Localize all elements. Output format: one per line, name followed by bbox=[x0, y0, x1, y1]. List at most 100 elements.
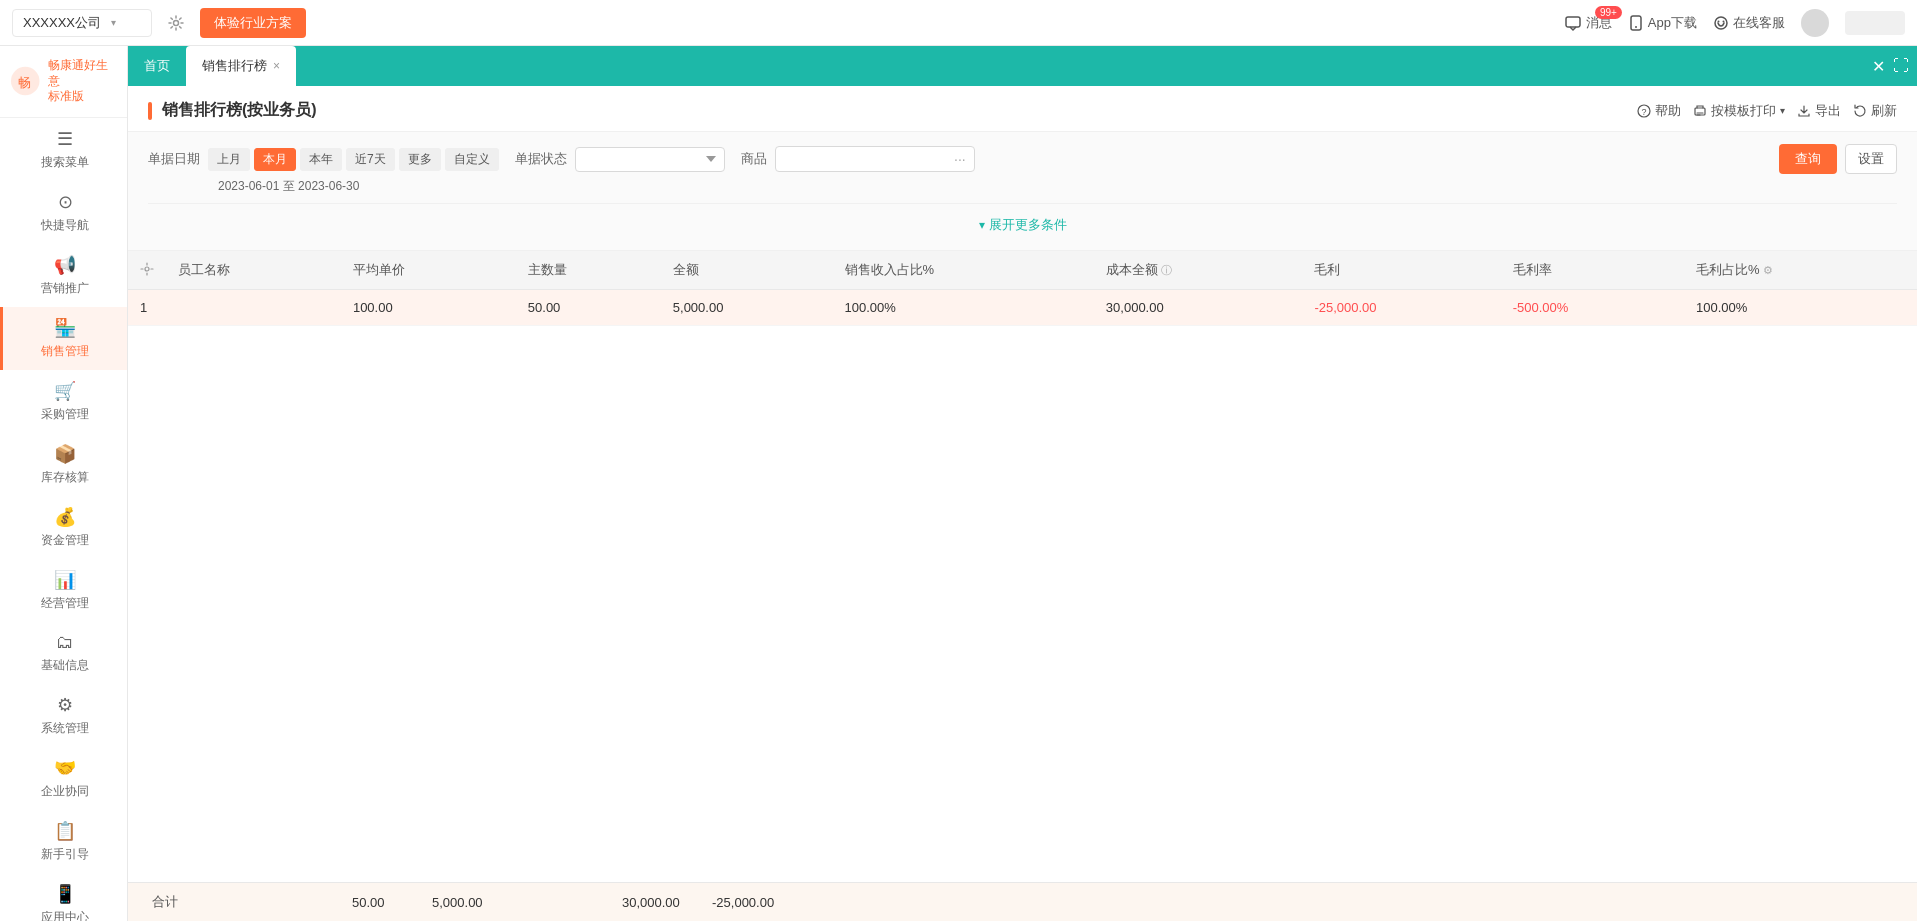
footer-cost: 30,000.00 bbox=[610, 895, 700, 910]
trial-button[interactable]: 体验行业方案 bbox=[200, 8, 306, 38]
col-settings[interactable] bbox=[128, 251, 166, 290]
sidebar-item-quicknav[interactable]: ⊙ 快捷导航 bbox=[0, 181, 127, 244]
refresh-btn[interactable]: 刷新 bbox=[1853, 102, 1897, 120]
sidebar-item-collab[interactable]: 🤝 企业协同 bbox=[0, 747, 127, 810]
tab-close-icon[interactable]: × bbox=[273, 59, 280, 73]
apps-icon: 📱 bbox=[54, 883, 76, 905]
date-btn-7days[interactable]: 近7天 bbox=[346, 148, 395, 171]
col-employee-name: 员工名称 bbox=[166, 251, 341, 290]
sidebar-item-system[interactable]: ⚙ 系统管理 bbox=[0, 684, 127, 747]
expand-more-icon: ▾ bbox=[979, 218, 985, 232]
expand-more-btn[interactable]: ▾ 展开更多条件 bbox=[979, 212, 1067, 238]
col-sales-pct: 销售收入占比% bbox=[833, 251, 1094, 290]
export-btn[interactable]: 导出 bbox=[1797, 102, 1841, 120]
sidebar-item-apps[interactable]: 📱 应用中心 bbox=[0, 873, 127, 921]
window-expand-icon[interactable]: ⛶ bbox=[1893, 57, 1909, 75]
avatar[interactable] bbox=[1801, 9, 1829, 37]
date-filter: 单据日期 上月 本月 本年 近7天 更多 自定义 bbox=[148, 148, 499, 171]
svg-point-12 bbox=[145, 267, 149, 271]
sidebar-item-basic[interactable]: 🗂 基础信息 bbox=[0, 622, 127, 684]
col-amount: 全额 bbox=[661, 251, 833, 290]
purchase-icon: 🛒 bbox=[54, 380, 76, 402]
cell-rank: 1 bbox=[128, 290, 166, 326]
sales-ranking-table: 员工名称 平均单价 主数量 全额 销售收入占比% 成本全额 ⓘ 毛利 bbox=[128, 251, 1917, 326]
sidebar-label-search: 搜索菜单 bbox=[41, 154, 89, 171]
print-btn[interactable]: 按模板打印 ▾ bbox=[1693, 102, 1785, 120]
sidebar-label-collab: 企业协同 bbox=[41, 783, 89, 800]
inventory-icon: 📦 bbox=[54, 443, 76, 465]
svg-point-4 bbox=[1715, 17, 1727, 29]
cost-info-icon[interactable]: ⓘ bbox=[1161, 264, 1172, 276]
tab-home[interactable]: 首页 bbox=[128, 46, 186, 86]
sidebar-item-operations[interactable]: 📊 经营管理 bbox=[0, 559, 127, 622]
date-btn-custom[interactable]: 自定义 bbox=[445, 148, 499, 171]
status-filter: 单据状态 bbox=[515, 147, 725, 172]
sidebar-item-guide[interactable]: 📋 新手引导 bbox=[0, 810, 127, 873]
company-name: XXXXXX公司 bbox=[23, 14, 101, 32]
goods-more-btn[interactable]: ··· bbox=[954, 151, 966, 167]
app-download-icon[interactable]: App下载 bbox=[1628, 14, 1697, 32]
date-btn-more[interactable]: 更多 bbox=[399, 148, 441, 171]
tab-sales-label: 销售排行榜 bbox=[202, 57, 267, 75]
page-actions: ? 帮助 按模板打印 ▾ 导出 bbox=[1637, 102, 1897, 120]
operations-icon: 📊 bbox=[54, 569, 76, 591]
goods-filter-label: 商品 bbox=[741, 150, 767, 168]
cell-quantity: 50.00 bbox=[516, 290, 661, 326]
message-icon[interactable]: 消息 99+ bbox=[1564, 14, 1612, 32]
sidebar-item-sales[interactable]: 🏪 销售管理 bbox=[0, 307, 127, 370]
sidebar-label-guide: 新手引导 bbox=[41, 846, 89, 863]
footer-label: 合计 bbox=[140, 893, 260, 911]
date-btn-thisyear[interactable]: 本年 bbox=[300, 148, 342, 171]
date-filter-label: 单据日期 bbox=[148, 150, 200, 168]
goods-filter: 商品 ··· bbox=[741, 146, 975, 172]
col-gross: 毛利 bbox=[1302, 251, 1500, 290]
page-title: 销售排行榜(按业务员) bbox=[162, 100, 317, 121]
filter-area: 单据日期 上月 本月 本年 近7天 更多 自定义 bbox=[128, 132, 1917, 251]
tab-bar-close: ✕ ⛶ bbox=[1872, 57, 1909, 76]
cell-gross: -25,000.00 bbox=[1302, 290, 1500, 326]
table-row: 1 100.00 50.00 5,000.00 100.00% 30,000.0… bbox=[128, 290, 1917, 326]
query-button[interactable]: 查询 bbox=[1779, 144, 1837, 174]
sidebar-item-search[interactable]: ☰ 搜索菜单 bbox=[0, 118, 127, 181]
cell-gross-rate: -500.00% bbox=[1501, 290, 1684, 326]
print-chevron[interactable]: ▾ bbox=[1780, 105, 1785, 116]
sidebar-label-sales: 销售管理 bbox=[41, 343, 89, 360]
svg-text:?: ? bbox=[1642, 107, 1647, 117]
refresh-label: 刷新 bbox=[1871, 102, 1897, 120]
system-icon: ⚙ bbox=[57, 694, 73, 716]
print-label: 按模板打印 bbox=[1711, 102, 1776, 120]
status-select[interactable] bbox=[575, 147, 725, 172]
date-btn-thismonth[interactable]: 本月 bbox=[254, 148, 296, 171]
finance-icon: 💰 bbox=[54, 506, 76, 528]
window-close-icon[interactable]: ✕ bbox=[1872, 57, 1885, 76]
svg-point-3 bbox=[1635, 26, 1637, 28]
footer-amount: 5,000.00 bbox=[420, 895, 510, 910]
table-area: 员工名称 平均单价 主数量 全额 销售收入占比% 成本全额 ⓘ 毛利 bbox=[128, 251, 1917, 882]
sidebar-item-inventory[interactable]: 📦 库存核算 bbox=[0, 433, 127, 496]
date-range-display: 2023-06-01 至 2023-06-30 bbox=[218, 179, 359, 193]
sidebar-label-marketing: 营销推广 bbox=[41, 280, 89, 297]
sidebar-item-purchase[interactable]: 🛒 采购管理 bbox=[0, 370, 127, 433]
online-service-icon[interactable]: 在线客服 bbox=[1713, 14, 1785, 32]
settings-icon[interactable] bbox=[160, 7, 192, 39]
svg-rect-1 bbox=[1566, 17, 1580, 27]
expand-more-label: 展开更多条件 bbox=[989, 216, 1067, 234]
date-btn-lastmonth[interactable]: 上月 bbox=[208, 148, 250, 171]
company-selector[interactable]: XXXXXX公司 ▾ bbox=[12, 9, 152, 37]
grosspct-info-icon[interactable]: ⚙ bbox=[1763, 264, 1773, 276]
logo-line2: 标准版 bbox=[48, 89, 117, 105]
sidebar-item-finance[interactable]: 💰 资金管理 bbox=[0, 496, 127, 559]
sidebar-label-finance: 资金管理 bbox=[41, 532, 89, 549]
quicknav-icon: ⊙ bbox=[58, 191, 73, 213]
svg-text:畅: 畅 bbox=[18, 75, 31, 90]
status-filter-label: 单据状态 bbox=[515, 150, 567, 168]
col-quantity: 主数量 bbox=[516, 251, 661, 290]
table-settings-button[interactable]: 设置 bbox=[1845, 144, 1897, 174]
tab-bar: 首页 销售排行榜 × ✕ ⛶ bbox=[128, 46, 1917, 86]
sales-icon: 🏪 bbox=[54, 317, 76, 339]
sidebar-item-marketing[interactable]: 📢 营销推广 bbox=[0, 244, 127, 307]
sidebar-label-apps: 应用中心 bbox=[41, 909, 89, 921]
guide-icon: 📋 bbox=[54, 820, 76, 842]
help-btn[interactable]: ? 帮助 bbox=[1637, 102, 1681, 120]
tab-sales-ranking[interactable]: 销售排行榜 × bbox=[186, 46, 296, 86]
